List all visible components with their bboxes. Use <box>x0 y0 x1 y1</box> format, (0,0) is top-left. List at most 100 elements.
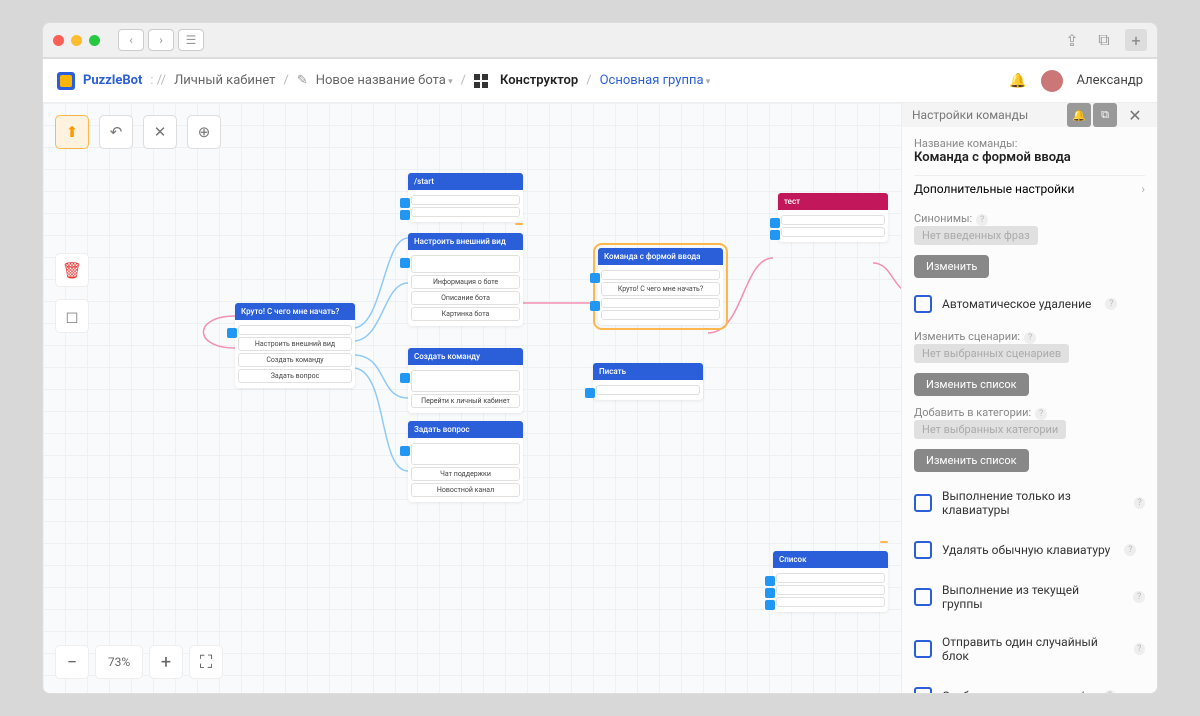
node-list[interactable]: Список <box>773 551 888 612</box>
node-start[interactable]: /start <box>408 173 523 222</box>
add-node-button[interactable]: ⊕ <box>187 115 221 149</box>
port-icon[interactable] <box>400 210 410 220</box>
port-icon[interactable] <box>400 373 410 383</box>
node-row[interactable] <box>411 443 520 465</box>
upload-button[interactable]: ⬆ <box>55 115 89 149</box>
port-icon[interactable] <box>765 576 775 586</box>
edit-scenario-button[interactable]: Изменить список <box>914 373 1029 396</box>
checkbox-icon[interactable] <box>914 494 932 512</box>
crumb-bot-name[interactable]: Новое название бота <box>316 73 453 88</box>
node-create[interactable]: Создать команду Перейти к личный кабинет <box>408 348 523 413</box>
fit-screen-button[interactable]: ⛶ <box>189 645 223 679</box>
port-icon[interactable] <box>400 258 410 268</box>
tabs-icon[interactable]: ⧉ <box>1093 29 1115 51</box>
crumb-dashboard[interactable]: Личный кабинет <box>174 73 275 88</box>
port-icon[interactable] <box>400 198 410 208</box>
show-on-slash-check[interactable]: Отображать при вводе «/»? <box>914 680 1145 693</box>
node-button[interactable]: Задать вопрос <box>238 369 352 383</box>
node-write[interactable]: Писать <box>593 363 703 400</box>
help-icon[interactable]: ? <box>1133 591 1145 603</box>
help-icon[interactable]: ? <box>1105 298 1117 310</box>
node-form[interactable]: Команда с формой ввода Круто! С чего мне… <box>598 248 723 325</box>
command-name-value[interactable]: Команда с формой ввода <box>914 150 1145 165</box>
delete-button[interactable]: 🗑 <box>55 253 89 287</box>
brand-name[interactable]: PuzzleBot <box>83 73 142 88</box>
node-row[interactable] <box>238 325 352 335</box>
panel-notify-button[interactable]: 🔔 <box>1067 103 1091 127</box>
node-test[interactable]: тест <box>778 193 888 242</box>
auto-delete-check[interactable]: Автоматическое удаление ? <box>914 288 1145 320</box>
node-button[interactable]: Новостной канал <box>411 483 520 497</box>
node-button[interactable]: Чат поддержки <box>411 467 520 481</box>
node-row[interactable] <box>601 270 720 280</box>
help-icon[interactable]: ? <box>1134 643 1145 655</box>
port-icon[interactable] <box>765 588 775 598</box>
node-button[interactable]: Описание бота <box>411 291 520 305</box>
node-row[interactable] <box>781 215 885 225</box>
node-intro[interactable]: Круто! С чего мне начать? Настроить внеш… <box>235 303 355 388</box>
node-row[interactable] <box>776 585 885 595</box>
node-button[interactable]: Создать команду <box>238 353 352 367</box>
node-row[interactable] <box>776 573 885 583</box>
node-button[interactable]: Информация о боте <box>411 275 520 289</box>
node-row[interactable] <box>601 310 720 320</box>
panel-close-button[interactable]: ✕ <box>1123 103 1147 127</box>
help-icon[interactable]: ? <box>1124 544 1136 556</box>
new-tab-button[interactable]: + <box>1125 29 1147 51</box>
back-button[interactable]: ‹ <box>118 29 144 51</box>
node-button[interactable]: Картинка бота <box>411 307 520 321</box>
checkbox-icon[interactable] <box>914 640 932 658</box>
sidebar-toggle[interactable]: ☰ <box>178 29 204 51</box>
keyboard-only-check[interactable]: Выполнение только из клавиатуры? <box>914 482 1145 524</box>
port-icon[interactable] <box>227 328 237 338</box>
undo-button[interactable]: ↶ <box>99 115 133 149</box>
username[interactable]: Александр <box>1077 73 1143 88</box>
port-icon[interactable] <box>585 388 595 398</box>
port-icon[interactable] <box>400 446 410 456</box>
zoom-out-button[interactable]: − <box>55 645 89 679</box>
help-icon[interactable]: ? <box>1104 690 1116 693</box>
crumb-constructor[interactable]: Конструктор <box>500 73 578 88</box>
zoom-in-button[interactable]: + <box>149 645 183 679</box>
share-icon[interactable]: ⇪ <box>1061 29 1083 51</box>
checkbox-icon[interactable] <box>914 295 932 313</box>
minimize-window-icon[interactable] <box>71 35 82 46</box>
edit-synonyms-button[interactable]: Изменить <box>914 255 989 278</box>
port-icon[interactable] <box>770 218 780 228</box>
node-button[interactable]: Настроить внешний вид <box>238 337 352 351</box>
extra-settings-toggle[interactable]: Дополнительные настройки › <box>914 175 1145 202</box>
current-group-check[interactable]: Выполнение из текущей группы? <box>914 576 1145 618</box>
node-row[interactable] <box>411 195 520 205</box>
node-row[interactable] <box>411 255 520 273</box>
help-icon[interactable]: ? <box>1134 497 1145 509</box>
node-ask[interactable]: Задать вопрос Чат поддержки Новостной ка… <box>408 421 523 502</box>
node-button[interactable]: Круто! С чего мне начать? <box>601 282 720 296</box>
node-button[interactable]: Перейти к личный кабинет <box>411 394 520 408</box>
forward-button[interactable]: › <box>148 29 174 51</box>
node-row[interactable] <box>601 298 720 308</box>
port-icon[interactable] <box>770 230 780 240</box>
checkbox-icon[interactable] <box>914 541 932 559</box>
help-icon[interactable]: ? <box>1024 332 1036 344</box>
checkbox-icon[interactable] <box>914 588 932 606</box>
close-window-icon[interactable] <box>53 35 64 46</box>
help-icon[interactable]: ? <box>976 214 988 226</box>
maximize-window-icon[interactable] <box>89 35 100 46</box>
cancel-button[interactable]: ✕ <box>143 115 177 149</box>
notifications-icon[interactable]: 🔔 <box>1009 73 1026 89</box>
edit-category-button[interactable]: Изменить список <box>914 449 1029 472</box>
checkbox-icon[interactable] <box>914 687 932 693</box>
port-icon[interactable] <box>590 301 600 311</box>
node-row[interactable] <box>596 385 700 395</box>
remove-keyboard-check[interactable]: Удалять обычную клавиатуру? <box>914 534 1145 566</box>
port-icon[interactable] <box>590 273 600 283</box>
node-row[interactable] <box>411 370 520 392</box>
frame-button[interactable]: ◻ <box>55 299 89 333</box>
avatar[interactable] <box>1041 70 1063 92</box>
node-appearance[interactable]: Настроить внешний вид Информация о боте … <box>408 233 523 326</box>
node-row[interactable] <box>411 207 520 217</box>
node-row[interactable] <box>781 227 885 237</box>
flow-canvas[interactable]: ⬆ ↶ ✕ ⊕ 🗑 ◻ /start <box>43 103 901 693</box>
random-block-check[interactable]: Отправить один случайный блок? <box>914 628 1145 670</box>
panel-copy-button[interactable]: ⧉ <box>1093 103 1117 127</box>
